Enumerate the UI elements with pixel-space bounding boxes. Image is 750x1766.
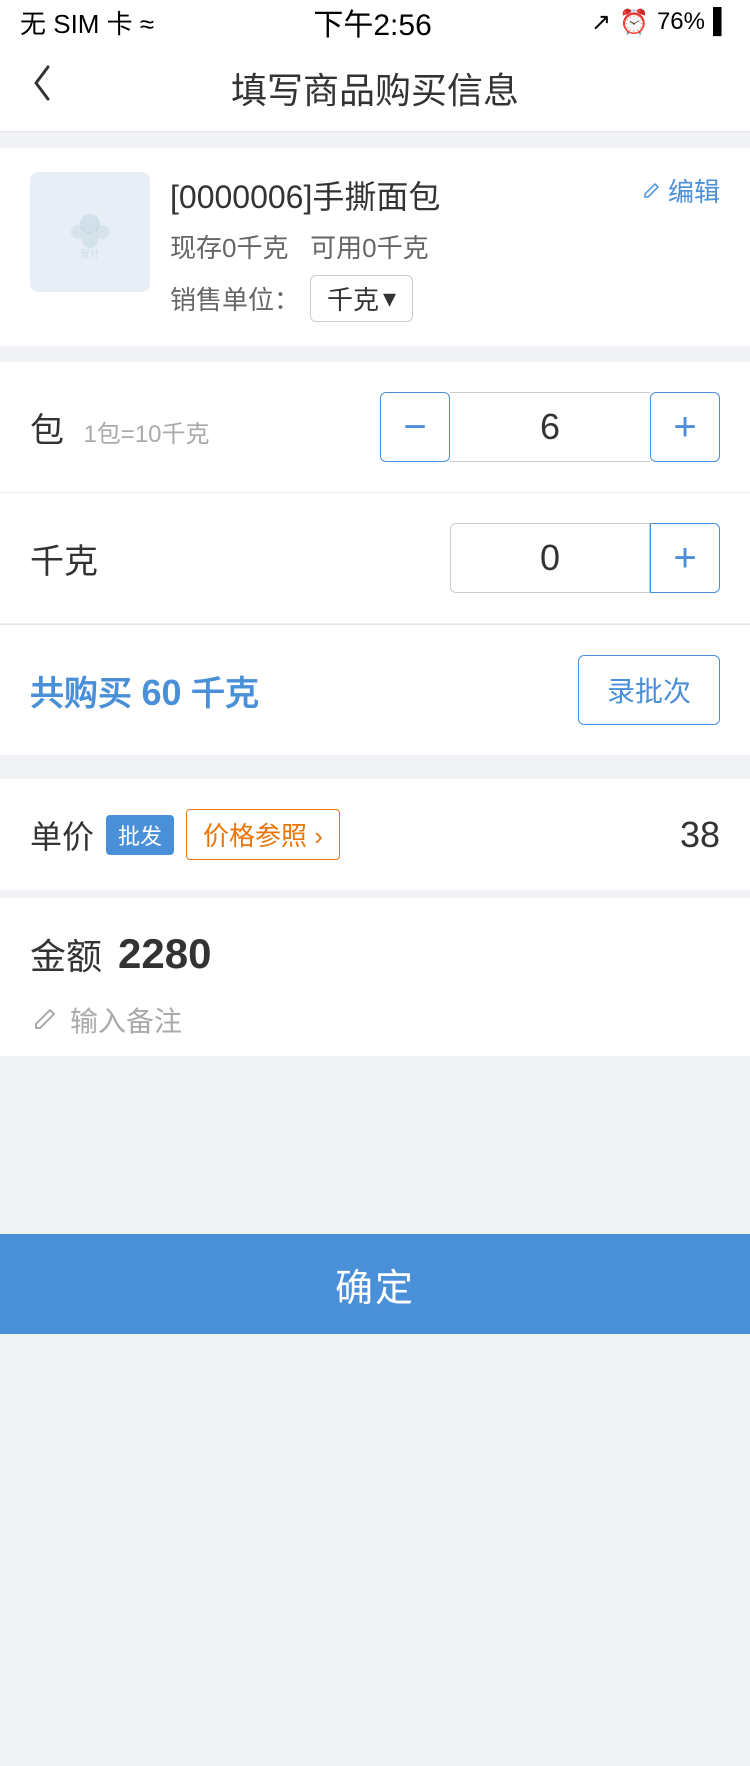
quantity-controls-kg: +	[450, 523, 720, 593]
confirm-bar[interactable]: 确定	[0, 1234, 750, 1334]
quantity-section: 包 1包=10千克 − + 千克 +	[0, 362, 750, 624]
quantity-row-kg: 千克 +	[0, 493, 750, 624]
nav-bar: 填写商品购买信息	[0, 44, 750, 132]
product-stock: 现存0千克 可用0千克	[170, 228, 720, 265]
amount-value: 2280	[118, 930, 211, 978]
amount-row: 金额 2280	[30, 928, 720, 980]
quantity-input-kg[interactable]	[450, 523, 650, 593]
increase-button-bao[interactable]: +	[650, 392, 720, 462]
amount-section: 金额 2280 输入备注	[0, 890, 750, 1056]
confirm-button[interactable]: 确定	[335, 1257, 415, 1312]
sim-signal: 无 SIM 卡 ≈	[20, 4, 154, 41]
alarm-icon: ⏰	[619, 8, 649, 37]
total-row: 共购买 60 千克 录批次	[0, 624, 750, 755]
svg-text:智计: 智计	[80, 247, 100, 260]
edit-button[interactable]: 编辑	[642, 172, 720, 209]
product-info: [0000006]手撕面包 编辑 现存0千克 可用0千克 销售单位： 千克 ▾	[170, 172, 720, 322]
battery-percent: 76%	[657, 8, 705, 36]
location-icon: ↗	[591, 8, 611, 37]
remark-row[interactable]: 输入备注	[30, 1000, 720, 1040]
quantity-row-bao: 包 1包=10千克 − +	[0, 362, 750, 493]
product-name: [0000006]手撕面包	[170, 172, 440, 218]
quantity-controls-bao: − +	[380, 392, 720, 462]
status-right: ↗ ⏰ 76% ▌	[591, 8, 730, 37]
status-time: 下午2:56	[313, 0, 431, 44]
back-button[interactable]	[30, 63, 54, 113]
total-text: 共购买 60 千克	[30, 666, 259, 715]
page-title: 填写商品购买信息	[231, 62, 519, 114]
pencil-icon	[30, 1006, 58, 1034]
unit-select[interactable]: 千克 ▾	[310, 275, 413, 322]
unit-hint-bao: 1包=10千克	[83, 421, 209, 448]
product-unit-row: 销售单位： 千克 ▾	[170, 275, 720, 322]
price-row: 单价 批发 价格参照 › 38	[30, 809, 720, 860]
decrease-button-bao[interactable]: −	[380, 392, 450, 462]
amount-label: 金额	[30, 928, 102, 980]
unit-label-bao: 包	[30, 412, 64, 450]
price-label: 单价	[30, 812, 94, 858]
status-left: 无 SIM 卡 ≈	[20, 4, 154, 41]
product-card: 智计 [0000006]手撕面包 编辑 现存0千克 可用0千克 销售单位： 千克…	[0, 148, 750, 346]
price-value: 38	[680, 814, 720, 856]
battery-icon: ▌	[713, 8, 730, 36]
increase-button-kg[interactable]: +	[650, 523, 720, 593]
product-image: 智计	[30, 172, 150, 292]
price-ref-button[interactable]: 价格参照 ›	[186, 809, 340, 860]
remark-placeholder: 输入备注	[70, 1000, 182, 1040]
price-badge: 批发	[106, 815, 174, 855]
empty-space	[0, 1056, 750, 1656]
quantity-input-bao[interactable]	[450, 392, 650, 462]
price-section: 单价 批发 价格参照 › 38	[0, 771, 750, 890]
unit-label-kg: 千克	[30, 543, 98, 581]
status-bar: 无 SIM 卡 ≈ 下午2:56 ↗ ⏰ 76% ▌	[0, 0, 750, 44]
chevron-down-icon: ▾	[383, 283, 396, 314]
price-left: 单价 批发 价格参照 ›	[30, 809, 340, 860]
batch-button[interactable]: 录批次	[578, 655, 720, 725]
